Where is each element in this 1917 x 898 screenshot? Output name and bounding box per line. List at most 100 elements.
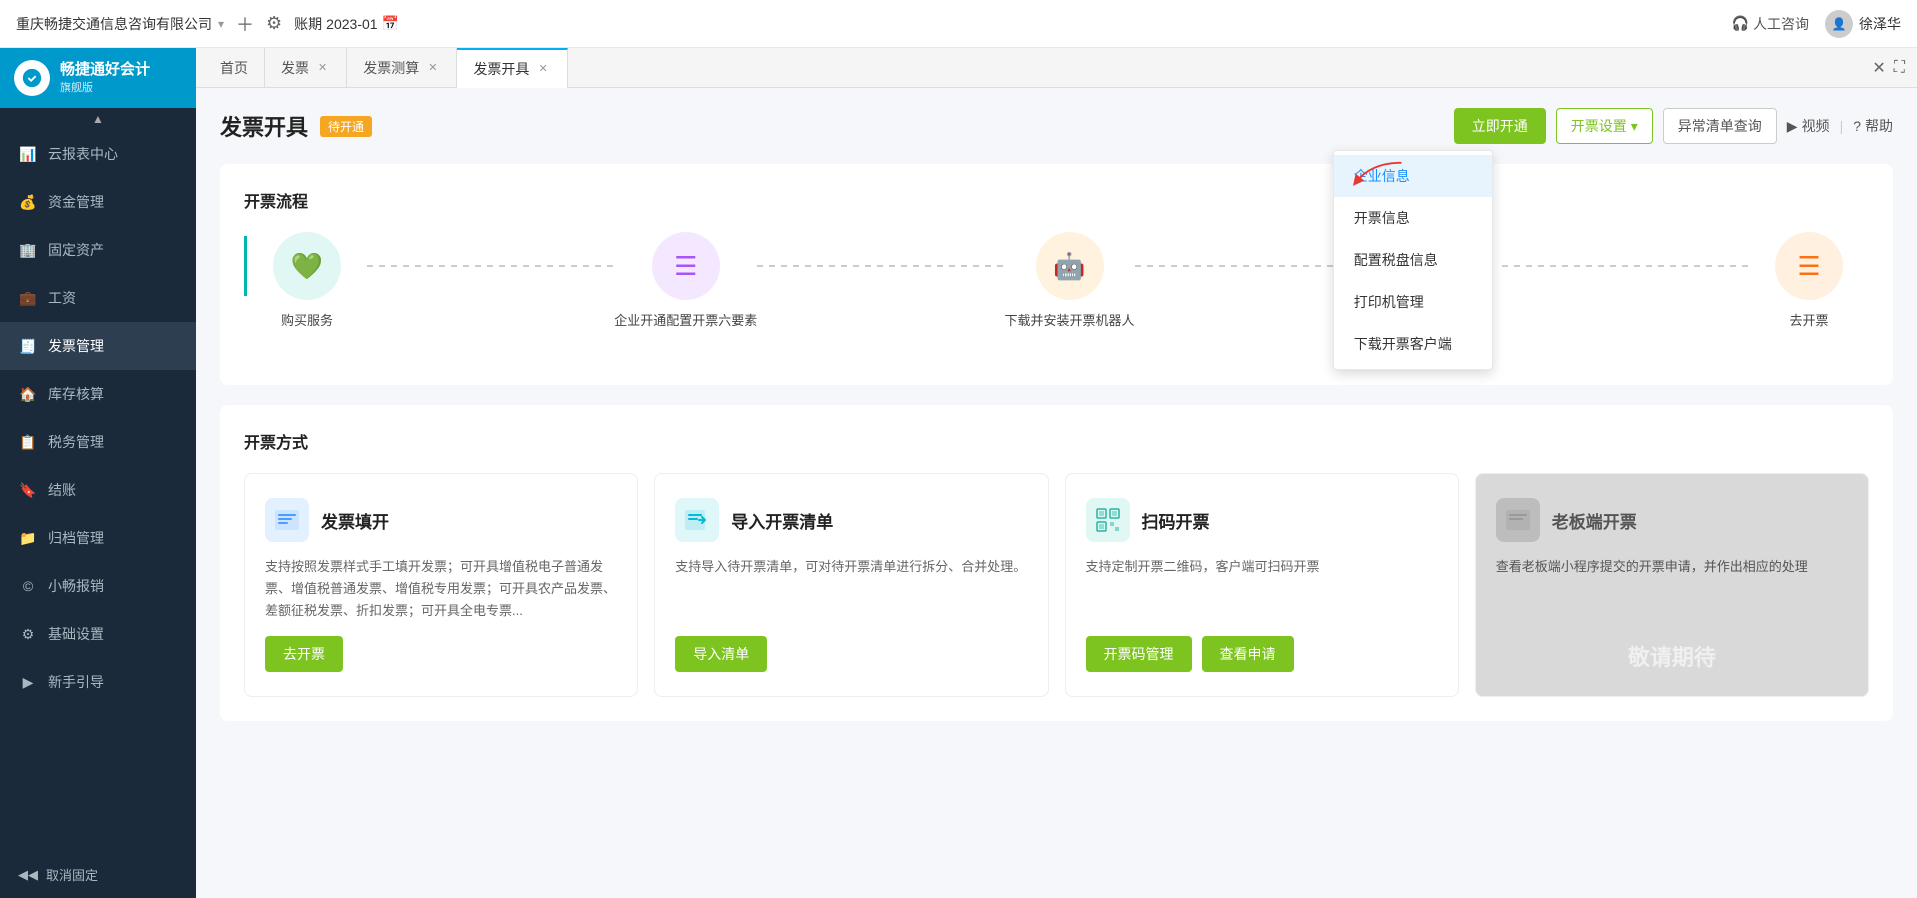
sidebar-item-label: 资金管理	[48, 192, 104, 212]
logo-text: 畅捷通好会计	[60, 61, 150, 79]
top-bar-actions: ＋ ⚙ 账期 2023-01 📅	[236, 11, 399, 37]
sidebar-item-inventory[interactable]: 🏠 库存核算	[0, 370, 196, 418]
avatar: 👤	[1825, 10, 1853, 38]
page-title: 发票开具	[220, 110, 308, 142]
card-4-icon	[1496, 498, 1540, 542]
tabs-bar: 首页 发票 ✕ 发票测算 ✕ 发票开具 ✕ ✕ ⛶	[196, 48, 1917, 88]
methods-section-title: 开票方式	[244, 429, 1869, 453]
sidebar-item-label: 固定资产	[48, 240, 104, 260]
settings-button[interactable]: ⚙	[266, 13, 282, 34]
flow-section-title: 开票流程	[244, 188, 1869, 212]
video-button[interactable]: ▶ 视频	[1787, 116, 1830, 136]
sidebar-item-settle[interactable]: 🔖 结账	[0, 466, 196, 514]
question-icon: ?	[1853, 118, 1861, 134]
tabs-right: ✕ ⛶	[1872, 58, 1917, 78]
step-3-icon: 🤖	[1036, 232, 1104, 300]
account-period: 账期 2023-01 📅	[294, 14, 399, 34]
cancel-pin-icon: ◀◀	[18, 867, 38, 883]
close-icon[interactable]: ✕	[535, 61, 550, 76]
help-button[interactable]: ? 帮助	[1853, 116, 1893, 136]
logo-text-block: 畅捷通好会计 旗舰版	[60, 61, 150, 95]
card-2-header: 导入开票清单	[675, 498, 1027, 542]
dropdown-item-invoice-info[interactable]: 开票信息	[1334, 197, 1492, 239]
sidebar-item-label: 库存核算	[48, 384, 104, 404]
step-2-icon: ☰	[652, 232, 720, 300]
support-button[interactable]: 🎧 人工咨询	[1732, 14, 1809, 34]
flow-step-3: 🤖 下载并安装开票机器人	[1005, 232, 1135, 329]
card-3-desc: 支持定制开票二维码，客户端可扫码开票	[1086, 556, 1438, 622]
dropdown-item-download[interactable]: 下载开票客户端	[1334, 323, 1492, 365]
status-badge: 待开通	[320, 116, 372, 137]
sidebar-item-label: 小畅报销	[48, 576, 104, 596]
qr-manage-button[interactable]: 开票码管理	[1086, 636, 1192, 672]
sidebar-item-cloud-report[interactable]: 📊 云报表中心	[0, 130, 196, 178]
add-button[interactable]: ＋	[236, 11, 254, 37]
salary-icon: 💼	[18, 288, 38, 308]
sidebar-item-label: 归档管理	[48, 528, 104, 548]
user-name: 徐泽华	[1859, 14, 1901, 34]
sidebar-item-expense[interactable]: © 小畅报销	[0, 562, 196, 610]
settings-button[interactable]: 开票设置 ▾	[1556, 108, 1653, 144]
sidebar-item-settings[interactable]: ⚙ 基础设置	[0, 610, 196, 658]
sidebar-item-guide[interactable]: ▶ 新手引导	[0, 658, 196, 706]
card-1-header: 发票填开	[265, 498, 617, 542]
tab-calc[interactable]: 发票测算 ✕	[347, 48, 457, 88]
tab-invoice[interactable]: 发票 ✕	[265, 48, 347, 88]
card-1-actions: 去开票	[265, 636, 617, 672]
card-fill-invoice: 发票填开 支持按照发票样式手工填开发票；可开具增值税电子普通发票、增值税普通发票…	[244, 473, 638, 697]
period-label: 账期	[294, 14, 322, 34]
tab-calc-label: 发票测算	[363, 58, 419, 78]
page-content: 发票开具 待开通 立即开通 开票设置 ▾ 企业信息 开票信息 配置税盘信息	[196, 88, 1917, 898]
top-bar: 重庆畅捷交通信息咨询有限公司 ▾ ＋ ⚙ 账期 2023-01 📅 🎧 人工咨询…	[0, 0, 1917, 48]
flow-step-2: ☰ 企业开通配置开票六要素	[614, 232, 757, 329]
import-list-button[interactable]: 导入清单	[675, 636, 767, 672]
sidebar-item-label: 结账	[48, 480, 76, 500]
user-info[interactable]: 👤 徐泽华	[1825, 10, 1901, 38]
cancel-pin-button[interactable]: ◀◀ 取消固定	[0, 851, 196, 898]
card-3-header: 扫码开票	[1086, 498, 1438, 542]
dropdown-item-printer[interactable]: 打印机管理	[1334, 281, 1492, 323]
tax-icon: 📋	[18, 432, 38, 452]
sidebar-item-assets[interactable]: 🏢 固定资产	[0, 226, 196, 274]
company-selector[interactable]: 重庆畅捷交通信息咨询有限公司 ▾	[16, 14, 224, 34]
exception-button[interactable]: 异常清单查询	[1663, 108, 1777, 144]
sidebar-item-funds[interactable]: 💰 资金管理	[0, 178, 196, 226]
activate-button[interactable]: 立即开通	[1454, 108, 1546, 144]
sidebar-item-invoice[interactable]: 🧾 发票管理	[0, 322, 196, 370]
company-name: 重庆畅捷交通信息咨询有限公司	[16, 14, 212, 34]
calendar-icon[interactable]: 📅	[382, 15, 399, 32]
main-layout: 畅捷通好会计 旗舰版 ▲ 📊 云报表中心 💰 资金管理 🏢 固定资产 💼 工资 …	[0, 48, 1917, 898]
fill-invoice-button[interactable]: 去开票	[265, 636, 343, 672]
tab-home[interactable]: 首页	[204, 48, 265, 88]
card-1-title: 发票填开	[321, 508, 389, 533]
sidebar-item-label: 云报表中心	[48, 144, 118, 164]
dropdown-item-tax-config[interactable]: 配置税盘信息	[1334, 239, 1492, 281]
close-icon[interactable]: ✕	[425, 60, 440, 75]
close-tab-button[interactable]: ✕	[1872, 58, 1885, 78]
connector-1	[367, 265, 614, 267]
card-import-invoice: 导入开票清单 支持导入待开票清单，可对待开票清单进行拆分、合并处理。 导入清单	[654, 473, 1048, 697]
overlay-text: 敬请期待	[1496, 640, 1848, 672]
settings-dropdown-wrapper: 开票设置 ▾ 企业信息 开票信息 配置税盘信息 打印机管理 下载开票客户端	[1556, 108, 1653, 144]
tab-issue[interactable]: 发票开具 ✕	[457, 48, 567, 88]
sidebar-item-salary[interactable]: 💼 工资	[0, 274, 196, 322]
sidebar-item-label: 发票管理	[48, 336, 104, 356]
sidebar-item-archive[interactable]: 📁 归档管理	[0, 514, 196, 562]
settings-icon: ⚙	[18, 624, 38, 644]
inventory-icon: 🏠	[18, 384, 38, 404]
headset-icon: 🎧	[1732, 15, 1749, 32]
red-arrow-indicator	[1349, 154, 1409, 197]
page-header-actions: 立即开通 开票设置 ▾ 企业信息 开票信息 配置税盘信息 打印机管理 下载开票	[1454, 108, 1893, 144]
sidebar-item-label: 税务管理	[48, 432, 104, 452]
maximize-button[interactable]: ⛶	[1894, 59, 1905, 77]
card-1-icon	[265, 498, 309, 542]
view-apply-button[interactable]: 查看申请	[1202, 636, 1294, 672]
chart-icon: 📊	[18, 144, 38, 164]
close-icon[interactable]: ✕	[315, 60, 330, 75]
card-3-title: 扫码开票	[1142, 508, 1210, 533]
sidebar-item-tax[interactable]: 📋 税务管理	[0, 418, 196, 466]
card-4-desc: 查看老板端小程序提交的开票申请，并作出相应的处理	[1496, 556, 1848, 606]
scroll-up-button[interactable]: ▲	[0, 108, 196, 130]
page-header: 发票开具 待开通 立即开通 开票设置 ▾ 企业信息 开票信息 配置税盘信息	[220, 108, 1893, 144]
tab-invoice-label: 发票	[281, 58, 309, 78]
